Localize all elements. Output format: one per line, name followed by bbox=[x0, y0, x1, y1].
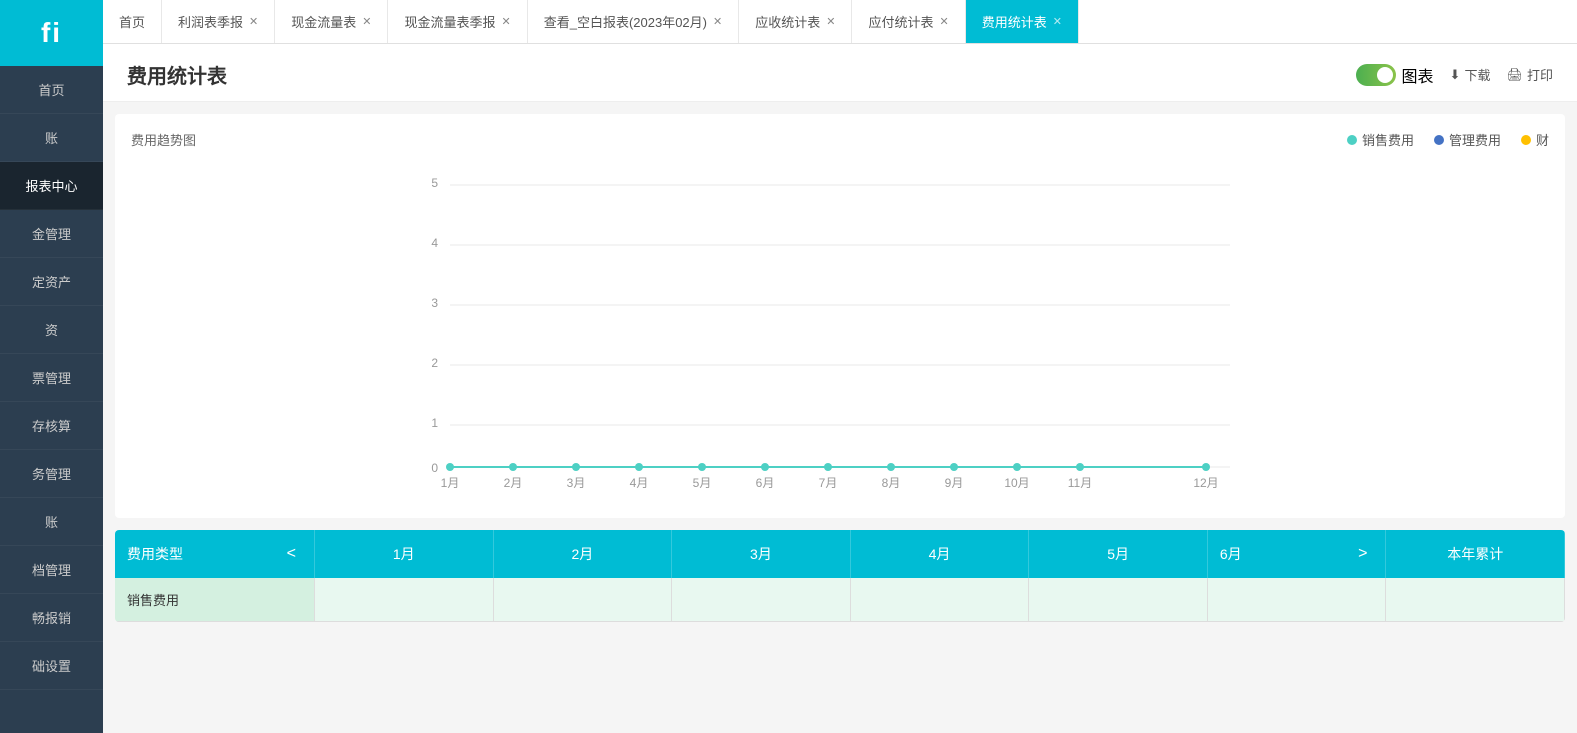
chart-toggle-label: 图表 bbox=[1402, 63, 1434, 87]
sidebar-item-account[interactable]: 账 bbox=[0, 498, 103, 546]
legend-label-admin: 管理费用 bbox=[1449, 130, 1501, 149]
sidebar-item-ledger[interactable]: 账 bbox=[0, 114, 103, 162]
page-actions: 图表 ⬇ 下载 🖨 打印 bbox=[1356, 63, 1553, 87]
nav-next-button[interactable]: > bbox=[1352, 543, 1373, 565]
legend-dot-admin bbox=[1434, 135, 1444, 145]
legend-dot-sales bbox=[1347, 135, 1357, 145]
th-month-4: 4月 bbox=[851, 530, 1030, 578]
svg-text:10月: 10月 bbox=[1004, 476, 1029, 490]
tab-cashflow-quarterly[interactable]: 现金流量表季报 ✕ bbox=[388, 0, 527, 43]
legend-label-sales: 销售费用 bbox=[1362, 130, 1414, 149]
svg-text:4: 4 bbox=[431, 236, 438, 250]
svg-text:1: 1 bbox=[431, 416, 438, 430]
legend-sales: 销售费用 bbox=[1347, 130, 1414, 149]
td-sales-m6 bbox=[1208, 578, 1387, 622]
sidebar-item-invoices[interactable]: 票管理 bbox=[0, 354, 103, 402]
tab-expense-stats[interactable]: 费用统计表 ✕ bbox=[966, 0, 1079, 43]
sidebar: fi 首页 账 报表中心 金管理 定资产 资 票管理 存核算 务管理 账 档管理… bbox=[0, 0, 103, 733]
sidebar-item-cash[interactable]: 金管理 bbox=[0, 210, 103, 258]
td-sales-m3 bbox=[672, 578, 851, 622]
main-area: 首页 利润表季报 ✕ 现金流量表 ✕ 现金流量表季报 ✕ 查看_空白报表(202… bbox=[103, 0, 1577, 733]
svg-text:12月: 12月 bbox=[1193, 476, 1218, 490]
sidebar-item-expense[interactable]: 畅报销 bbox=[0, 594, 103, 642]
table-row-sales: 销售费用 bbox=[115, 578, 1565, 622]
th-month-6: 6月 > bbox=[1208, 530, 1387, 578]
th-type: 费用类型 < bbox=[115, 530, 315, 578]
td-sales-yearly bbox=[1386, 578, 1565, 622]
legend-finance: 财 bbox=[1521, 130, 1549, 149]
chart-header: 费用趋势图 销售费用 管理费用 财 bbox=[131, 130, 1549, 149]
content-area: 费用统计表 图表 ⬇ 下载 🖨 打印 费用趋势图 bbox=[103, 44, 1577, 733]
sidebar-item-inventory[interactable]: 存核算 bbox=[0, 402, 103, 450]
print-icon: 🖨 bbox=[1506, 67, 1523, 83]
page-header: 费用统计表 图表 ⬇ 下载 🖨 打印 bbox=[103, 44, 1577, 102]
nav-prev-button[interactable]: < bbox=[281, 543, 302, 565]
close-tab-cashflow[interactable]: ✕ bbox=[362, 15, 371, 28]
svg-text:0: 0 bbox=[431, 461, 438, 475]
close-tab-blank-report[interactable]: ✕ bbox=[713, 15, 722, 28]
td-sales-m4 bbox=[851, 578, 1030, 622]
svg-text:1月: 1月 bbox=[441, 476, 460, 490]
svg-text:3月: 3月 bbox=[567, 476, 586, 490]
close-tab-receivable[interactable]: ✕ bbox=[826, 15, 835, 28]
sidebar-item-capital[interactable]: 资 bbox=[0, 306, 103, 354]
svg-text:6月: 6月 bbox=[756, 476, 775, 490]
tab-cashflow[interactable]: 现金流量表 ✕ bbox=[275, 0, 388, 43]
table-header-row: 费用类型 < 1月 2月 3月 4月 5月 6月 > 本年累计 bbox=[115, 530, 1565, 578]
svg-text:7月: 7月 bbox=[819, 476, 838, 490]
th-month-5: 5月 bbox=[1029, 530, 1208, 578]
close-tab-expense-stats[interactable]: ✕ bbox=[1053, 15, 1062, 28]
legend-label-finance: 财 bbox=[1536, 130, 1549, 149]
chart-toggle-wrap: 图表 bbox=[1356, 63, 1434, 87]
svg-text:11月: 11月 bbox=[1068, 476, 1092, 490]
tab-blank-report[interactable]: 查看_空白报表(2023年02月) ✕ bbox=[528, 0, 740, 43]
sidebar-item-settings[interactable]: 础设置 bbox=[0, 642, 103, 690]
svg-text:2: 2 bbox=[431, 356, 438, 370]
page-title: 费用统计表 bbox=[127, 60, 227, 89]
tab-bar: 首页 利润表季报 ✕ 现金流量表 ✕ 现金流量表季报 ✕ 查看_空白报表(202… bbox=[103, 0, 1577, 44]
tab-profit-quarterly[interactable]: 利润表季报 ✕ bbox=[162, 0, 275, 43]
sidebar-logo: fi bbox=[0, 0, 103, 66]
line-chart-svg: 5 4 3 2 1 0 bbox=[131, 157, 1549, 497]
th-yearly: 本年累计 bbox=[1386, 530, 1565, 578]
svg-text:5月: 5月 bbox=[693, 476, 712, 490]
tab-receivable[interactable]: 应收统计表 ✕ bbox=[739, 0, 852, 43]
chart-section: 费用趋势图 销售费用 管理费用 财 bbox=[115, 114, 1565, 518]
sidebar-item-reports[interactable]: 报表中心 bbox=[0, 162, 103, 210]
svg-text:9月: 9月 bbox=[945, 476, 964, 490]
download-button[interactable]: ⬇ 下载 bbox=[1450, 65, 1491, 84]
svg-text:8月: 8月 bbox=[882, 476, 901, 490]
td-type-sales: 销售费用 bbox=[115, 578, 315, 622]
chart-legend: 销售费用 管理费用 财 bbox=[1347, 130, 1549, 149]
sidebar-item-home[interactable]: 首页 bbox=[0, 66, 103, 114]
td-sales-m2 bbox=[494, 578, 673, 622]
th-month-2: 2月 bbox=[494, 530, 673, 578]
th-month-1: 1月 bbox=[315, 530, 494, 578]
chart-title: 费用趋势图 bbox=[131, 130, 196, 149]
chart-toggle[interactable] bbox=[1356, 64, 1396, 86]
sidebar-item-assets[interactable]: 定资产 bbox=[0, 258, 103, 306]
close-tab-profit-quarterly[interactable]: ✕ bbox=[249, 15, 258, 28]
table-section: 费用类型 < 1月 2月 3月 4月 5月 6月 > 本年累计 销售费用 bbox=[115, 530, 1565, 622]
chart-wrapper: 5 4 3 2 1 0 bbox=[131, 157, 1549, 502]
print-button[interactable]: 🖨 打印 bbox=[1506, 65, 1553, 84]
legend-admin: 管理费用 bbox=[1434, 130, 1501, 149]
svg-text:4月: 4月 bbox=[630, 476, 649, 490]
close-tab-cashflow-quarterly[interactable]: ✕ bbox=[502, 15, 511, 28]
sidebar-item-service[interactable]: 务管理 bbox=[0, 450, 103, 498]
td-sales-m5 bbox=[1029, 578, 1208, 622]
svg-text:3: 3 bbox=[431, 296, 438, 310]
tab-payable[interactable]: 应付统计表 ✕ bbox=[852, 0, 965, 43]
svg-text:5: 5 bbox=[431, 176, 438, 190]
svg-text:2月: 2月 bbox=[504, 476, 523, 490]
sidebar-item-archive[interactable]: 档管理 bbox=[0, 546, 103, 594]
download-icon: ⬇ bbox=[1450, 67, 1461, 83]
tab-home[interactable]: 首页 bbox=[103, 0, 162, 43]
th-month-3: 3月 bbox=[672, 530, 851, 578]
td-sales-m1 bbox=[315, 578, 494, 622]
legend-dot-finance bbox=[1521, 135, 1531, 145]
close-tab-payable[interactable]: ✕ bbox=[939, 15, 948, 28]
